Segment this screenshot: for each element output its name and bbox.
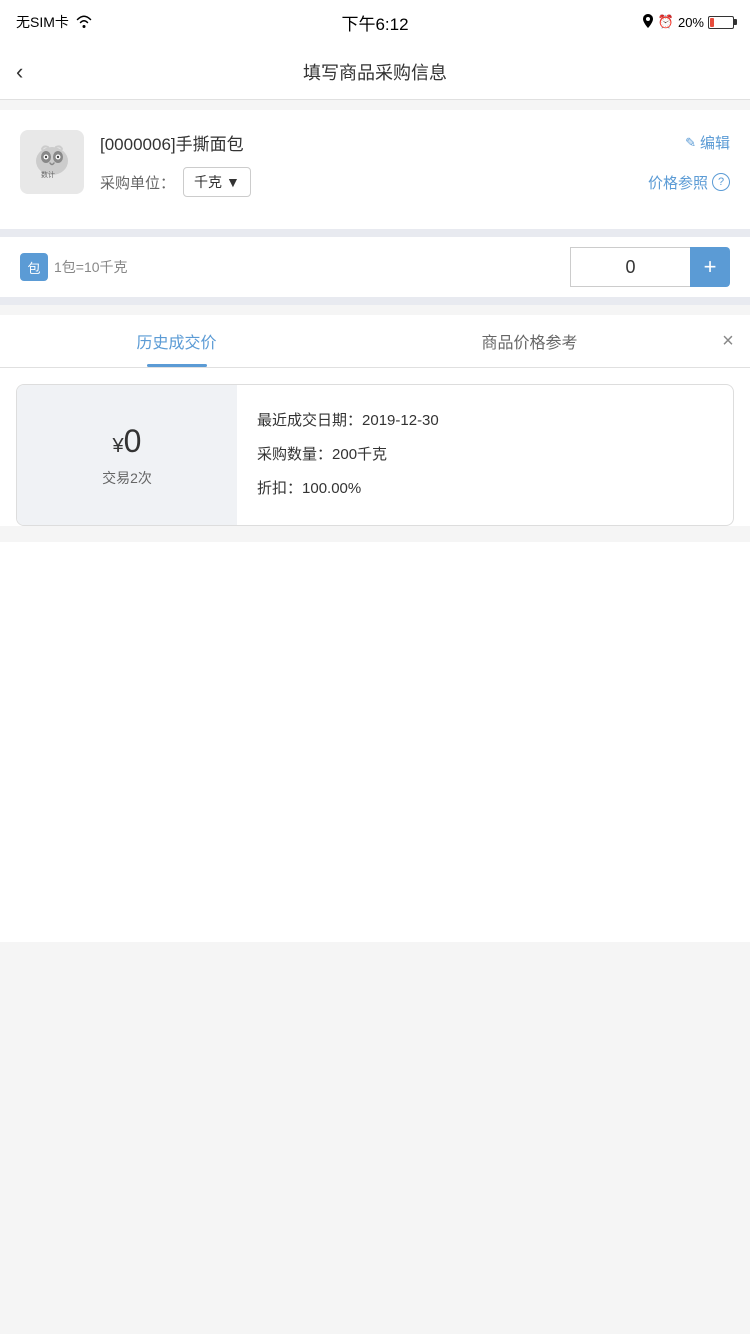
recent-date-row: 最近成交日期：2019-12-30 [257, 409, 713, 433]
help-icon: ? [712, 173, 730, 191]
price-value: 0 [124, 423, 142, 459]
battery-icon [708, 16, 734, 29]
unit-badge: 包 1包=10千克 [20, 253, 128, 281]
product-info: [0000006]手撕面包 ✎ 编辑 采购单位： 千克 ▼ 价格参照 ? [100, 130, 730, 197]
price-reference-button[interactable]: 价格参照 ? [648, 172, 730, 193]
edit-button[interactable]: ✎ 编辑 [685, 132, 730, 153]
recent-date-value: 2019-12-30 [362, 412, 439, 429]
quantity-input-area: + [140, 247, 730, 287]
back-button[interactable]: ‹ [8, 51, 31, 93]
quantity-row-value: 200千克 [332, 446, 387, 463]
section-divider-2 [0, 297, 750, 305]
quantity-input[interactable] [570, 247, 690, 287]
tab-product-price-ref[interactable]: 商品价格参考 [353, 315, 706, 367]
page-title: 填写商品采购信息 [303, 59, 447, 85]
section-divider [0, 229, 750, 237]
edit-icon: ✎ [685, 135, 696, 151]
tabs-header: 历史成交价 商品价格参考 × [0, 315, 750, 368]
carrier-label: 无SIM卡 [16, 12, 69, 32]
tab1-label: 历史成交价 [136, 329, 216, 353]
product-logo: 数计 [20, 130, 84, 194]
currency-symbol: ¥ [113, 435, 124, 457]
tab-active-indicator [147, 364, 207, 367]
discount-label: 折扣： [257, 480, 302, 497]
edit-label: 编辑 [700, 132, 730, 153]
close-tab-button[interactable]: × [706, 315, 750, 367]
product-name-row: [0000006]手撕面包 ✎ 编辑 [100, 130, 730, 155]
price-ref-label: 价格参照 [648, 172, 708, 193]
product-section: 数计 [0000006]手撕面包 ✎ 编辑 采购单位： 千克 ▼ [0, 110, 750, 229]
price-card-left: ¥0 交易2次 [17, 385, 237, 525]
price-display: ¥0 [113, 423, 142, 460]
unit-icon-box: 包 [20, 253, 48, 281]
tab-history-price[interactable]: 历史成交价 [0, 315, 353, 367]
product-header: 数计 [0000006]手撕面包 ✎ 编辑 采购单位： 千克 ▼ [20, 130, 730, 197]
price-card-right: 最近成交日期：2019-12-30 采购数量：200千克 折扣：100.00% [237, 385, 733, 525]
unit-select-dropdown[interactable]: 千克 ▼ [183, 167, 251, 197]
product-name: [0000006]手撕面包 [100, 130, 685, 155]
location-icon [642, 14, 654, 31]
status-right: ⏰ 20% [642, 14, 734, 31]
plus-button[interactable]: + [690, 247, 730, 287]
dropdown-arrow-icon: ▼ [226, 174, 240, 190]
quantity-row: 采购数量：200千克 [257, 443, 713, 467]
unit-conversion-label: 1包=10千克 [54, 257, 128, 277]
page-rest [0, 542, 750, 942]
status-bar: 无SIM卡 下午6:12 ⏰ 20% [0, 0, 750, 44]
product-logo-icon: 数计 [28, 135, 76, 190]
unit-value: 千克 [194, 172, 222, 192]
battery-percent: 20% [678, 15, 704, 30]
purchase-unit-row: 采购单位： 千克 ▼ 价格参照 ? [100, 167, 730, 197]
nav-bar: ‹ 填写商品采购信息 [0, 44, 750, 100]
unit-label: 采购单位： [100, 172, 175, 193]
quantity-section: 包 1包=10千克 + [0, 237, 750, 297]
tab-section: 历史成交价 商品价格参考 × ¥0 交易2次 最近成交日期：2019-12-30… [0, 315, 750, 526]
alarm-icon: ⏰ [658, 14, 674, 30]
quantity-row-label: 采购数量： [257, 446, 332, 463]
status-time: 下午6:12 [341, 10, 408, 35]
status-left: 无SIM卡 [16, 12, 93, 32]
svg-text:数计: 数计 [41, 170, 55, 179]
recent-date-label: 最近成交日期： [257, 412, 362, 429]
wifi-icon [75, 14, 93, 31]
discount-row: 折扣：100.00% [257, 477, 713, 501]
discount-value: 100.00% [302, 480, 361, 497]
tab2-label: 商品价格参考 [481, 329, 577, 353]
price-card: ¥0 交易2次 最近成交日期：2019-12-30 采购数量：200千克 折扣：… [16, 384, 734, 526]
trade-count-label: 交易2次 [102, 468, 152, 488]
